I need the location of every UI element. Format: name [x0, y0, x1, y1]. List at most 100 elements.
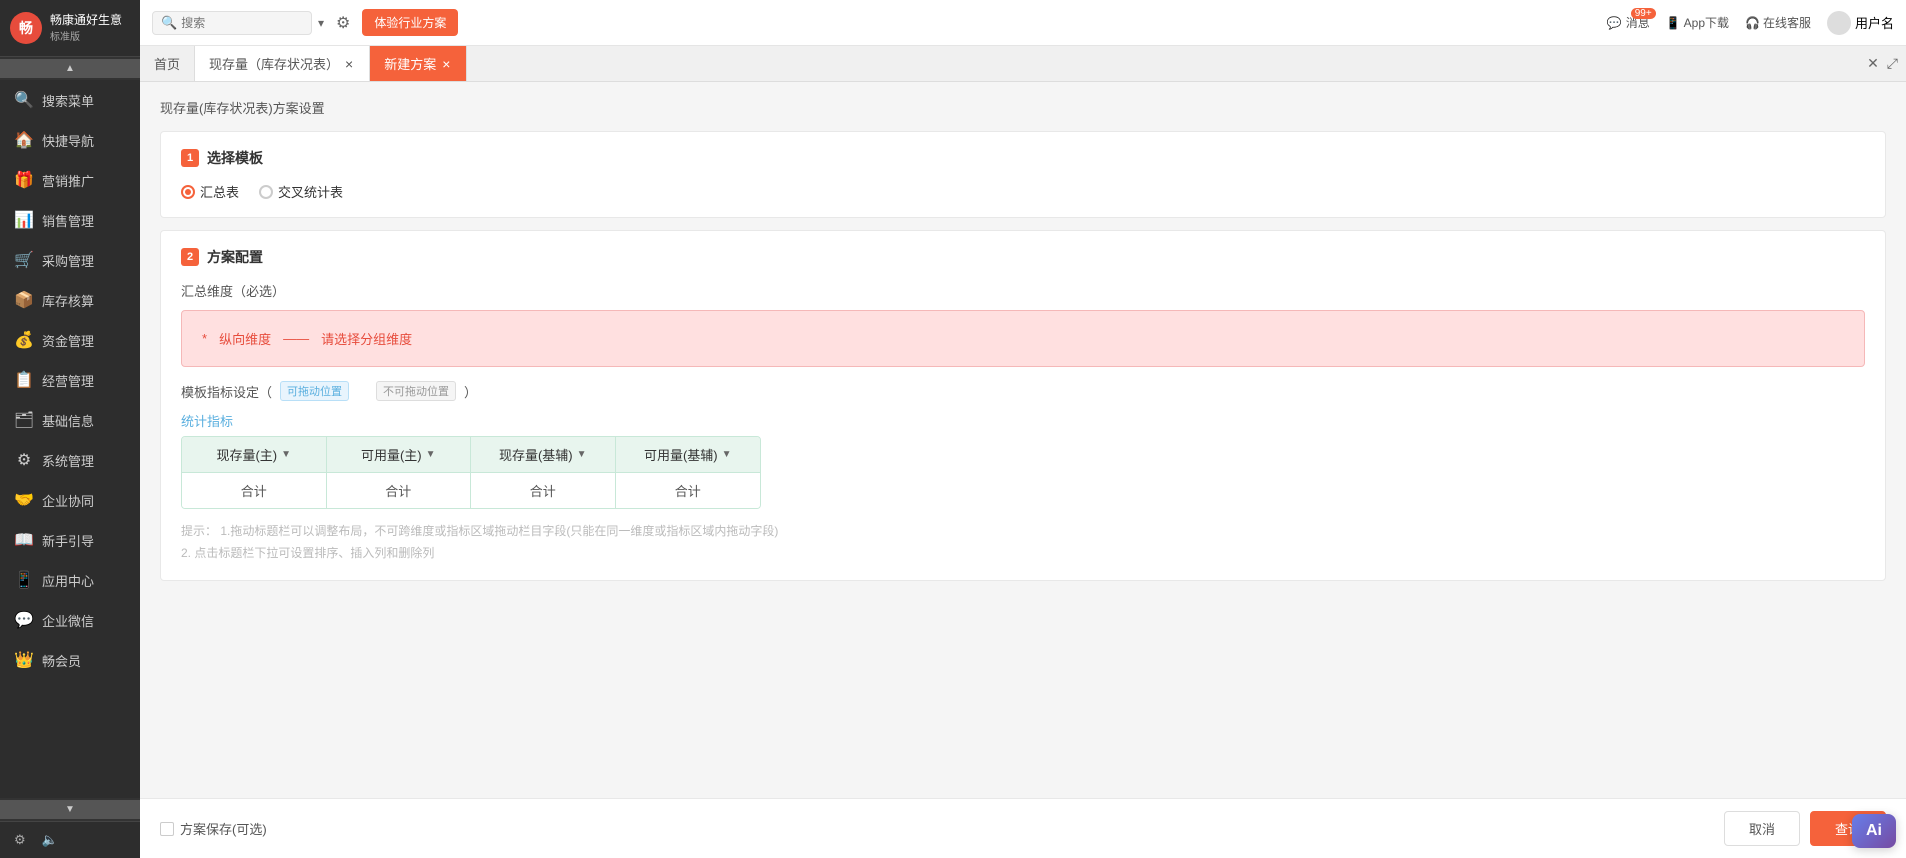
sidebar-item-finance[interactable]: 💰 资金管理: [0, 320, 140, 360]
sidebar-item-guide[interactable]: 📖 新手引导: [0, 520, 140, 560]
audio-icon[interactable]: 🔈: [42, 832, 58, 848]
body-label-1: 合计: [241, 481, 267, 500]
tab-close-btn[interactable]: ✕: [1867, 55, 1879, 72]
tab-home[interactable]: 首页: [140, 46, 195, 81]
member-icon: 👑: [14, 650, 34, 670]
indicator-settings-label: 模板指标设定（ 可拖动位置 不可拖动位置 ）: [181, 381, 1865, 401]
dim-placeholder: 请选择分组维度: [321, 329, 412, 348]
sidebar-scroll-up[interactable]: ▲: [0, 59, 140, 78]
app-center-icon: 📱: [14, 570, 34, 590]
topbar-right: 💬 消息 99+ 📱 App下载 🎧 在线客服 用户名: [1607, 11, 1894, 35]
save-checkbox-label: 方案保存(可选): [180, 819, 267, 838]
sidebar-item-wechat[interactable]: 💬 企业微信: [0, 600, 140, 640]
sidebar-item-label: 快捷导航: [42, 131, 94, 150]
sidebar-item-label: 基础信息: [42, 411, 94, 430]
new-scheme-tab-close[interactable]: ×: [440, 56, 452, 72]
hint-2-text: 2. 点击标题栏下拉可设置排序、插入列和删除列: [181, 546, 434, 560]
sidebar-item-sales[interactable]: 📊 销售管理: [0, 200, 140, 240]
body-label-2: 合计: [385, 481, 411, 500]
phone-icon: 📱: [1666, 16, 1681, 30]
sidebar-scroll-down[interactable]: ▼: [0, 800, 140, 819]
tab-expand-btn[interactable]: ⤢: [1887, 55, 1898, 72]
header-cell-4[interactable]: 可用量(基辅) ▼: [616, 437, 761, 472]
sales-icon: 📊: [14, 210, 34, 230]
indicator-close: ）: [464, 382, 477, 401]
header-label-2: 可用量(主): [361, 445, 422, 464]
sidebar-item-label: 采购管理: [42, 251, 94, 270]
search-input[interactable]: [181, 16, 303, 30]
cancel-button[interactable]: 取消: [1724, 811, 1800, 846]
sidebar-item-marketing[interactable]: 🎁 营销推广: [0, 160, 140, 200]
dimension-required-label: 汇总维度（必选）: [181, 281, 1865, 300]
sidebar-nav: 🔍 搜索菜单 🏠 快捷导航 🎁 营销推广 📊 销售管理 🛒 采购管理 📦 库存核…: [0, 80, 140, 798]
gear-btn[interactable]: ⚙: [330, 11, 356, 35]
app-download-label: App下载: [1684, 14, 1729, 31]
ai-float-button[interactable]: Ai: [1852, 814, 1896, 848]
summary-table-radio[interactable]: [181, 185, 195, 199]
hint-section: 提示： 1.拖动标题栏可以调整布局，不可跨维度或指标区域拖动栏目字段(只能在同一…: [181, 521, 1865, 564]
dimension-row: * 纵向维度 —— 请选择分组维度: [181, 310, 1865, 367]
enterprise-icon: 🤝: [14, 490, 34, 510]
settings-icon[interactable]: ⚙: [14, 832, 26, 848]
search-menu-icon: 🔍: [14, 90, 34, 110]
app-logo: 畅 畅康通好生意 标准版: [0, 0, 140, 57]
sidebar-item-enterprise[interactable]: 🤝 企业协同: [0, 480, 140, 520]
inventory-tab-close[interactable]: ×: [343, 56, 355, 72]
sidebar-item-quick-nav[interactable]: 🏠 快捷导航: [0, 120, 140, 160]
logo-icon: 畅: [10, 12, 42, 44]
guide-icon: 📖: [14, 530, 34, 550]
online-service[interactable]: 🎧 在线客服: [1745, 14, 1811, 31]
indicator-settings: 模板指标设定（ 可拖动位置 不可拖动位置 ）: [181, 381, 1865, 401]
header-cell-2[interactable]: 可用量(主) ▼: [327, 437, 472, 472]
sidebar-item-label: 应用中心: [42, 571, 94, 590]
step2-title: 方案配置: [207, 247, 263, 267]
body-cell-3: 合计: [471, 473, 616, 508]
cross-table-label: 交叉统计表: [278, 182, 343, 201]
user-area[interactable]: 用户名: [1827, 11, 1894, 35]
topbar-left: 🔍 ▾ ⚙ 体验行业方案: [152, 9, 1599, 36]
save-checkbox[interactable]: 方案保存(可选): [160, 819, 1724, 838]
basic-info-icon: 🗂: [14, 410, 34, 430]
search-area[interactable]: 🔍: [152, 11, 312, 35]
headset-icon: 🎧: [1745, 16, 1760, 30]
body-cell-2: 合计: [327, 473, 472, 508]
page-title: 现存量(库存状况表)方案设置: [160, 98, 1886, 117]
sidebar-item-app-center[interactable]: 📱 应用中心: [0, 560, 140, 600]
sidebar-item-operations[interactable]: 📋 经营管理: [0, 360, 140, 400]
purchase-icon: 🛒: [14, 250, 34, 270]
sidebar-item-inventory[interactable]: 📦 库存核算: [0, 280, 140, 320]
dim-dash: ——: [283, 331, 309, 346]
sidebar-item-basic-info[interactable]: 🗂 基础信息: [0, 400, 140, 440]
sidebar-item-system[interactable]: ⚙ 系统管理: [0, 440, 140, 480]
tab-new-scheme[interactable]: 新建方案 ×: [370, 46, 467, 81]
cross-table-option[interactable]: 交叉统计表: [259, 182, 343, 201]
operations-icon: 📋: [14, 370, 34, 390]
summary-table-option[interactable]: 汇总表: [181, 182, 239, 201]
sidebar-item-search-menu[interactable]: 🔍 搜索菜单: [0, 80, 140, 120]
save-checkbox-box[interactable]: [160, 822, 174, 836]
indicator-sep: [357, 383, 368, 399]
sidebar-item-purchase[interactable]: 🛒 采购管理: [0, 240, 140, 280]
quick-nav-icon: 🏠: [14, 130, 34, 150]
tab-inventory-status[interactable]: 现存量（库存状况表） ×: [195, 46, 370, 81]
trial-industry-btn[interactable]: 体验行业方案: [362, 9, 458, 36]
header-cell-3[interactable]: 现存量(基辅) ▼: [471, 437, 616, 472]
non-draggable-badge: 不可拖动位置: [376, 381, 456, 401]
cross-table-radio[interactable]: [259, 185, 273, 199]
sidebar-item-member[interactable]: 👑 畅会员: [0, 640, 140, 680]
hint-2: 2. 点击标题栏下拉可设置排序、插入列和删除列: [181, 543, 1865, 565]
search-dropdown-btn[interactable]: ▾: [318, 16, 324, 30]
header-label-3: 现存量(基辅): [499, 445, 573, 464]
online-service-label: 在线客服: [1763, 14, 1811, 31]
step1-title: 选择模板: [207, 148, 263, 168]
caret-icon-1: ▼: [281, 449, 291, 460]
sidebar-item-label: 畅会员: [42, 651, 81, 670]
sidebar-item-label: 库存核算: [42, 291, 94, 310]
header-cell-1[interactable]: 现存量(主) ▼: [182, 437, 327, 472]
finance-icon: 💰: [14, 330, 34, 350]
app-download[interactable]: 📱 App下载: [1666, 14, 1729, 31]
notification-area[interactable]: 💬 消息 99+: [1607, 14, 1650, 31]
step1-header: 1 选择模板: [181, 148, 1865, 168]
body-label-3: 合计: [530, 481, 556, 500]
summary-table-label: 汇总表: [200, 182, 239, 201]
